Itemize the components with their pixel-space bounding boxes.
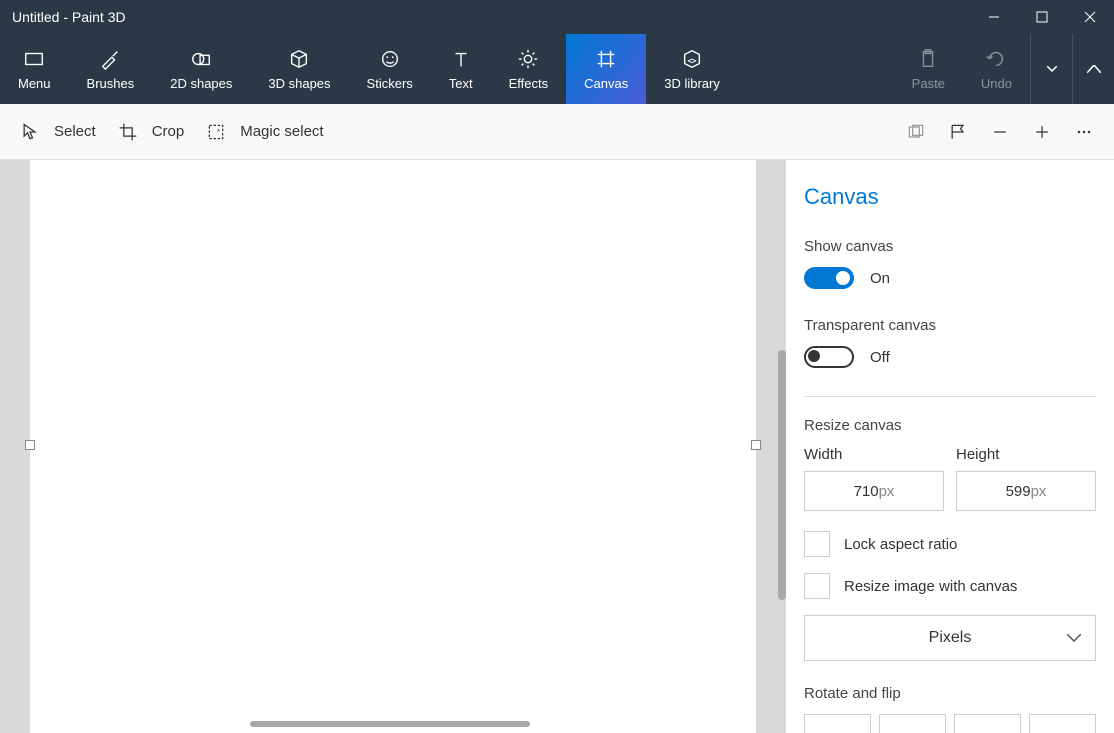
units-value: Pixels: [929, 629, 972, 647]
effects-tab[interactable]: Effects: [491, 34, 567, 104]
3d-shapes-label: 3D shapes: [268, 76, 330, 91]
units-dropdown[interactable]: Pixels: [804, 615, 1096, 661]
flip-vertical-button[interactable]: [1029, 714, 1096, 733]
rotate-flip-label: Rotate and flip: [804, 685, 1096, 702]
horizontal-scrollbar[interactable]: [250, 721, 530, 727]
lock-aspect-checkbox[interactable]: [804, 531, 830, 557]
show-canvas-state: On: [870, 270, 890, 287]
canvas[interactable]: [30, 160, 756, 733]
brushes-label: Brushes: [87, 76, 135, 91]
main-area: Canvas Show canvas On Transparent canvas…: [0, 160, 1114, 733]
select-tool[interactable]: Select: [20, 122, 96, 142]
maximize-button[interactable]: [1018, 0, 1066, 34]
paste-label: Paste: [912, 76, 945, 91]
show-canvas-label: Show canvas: [804, 238, 1096, 255]
menu-button[interactable]: Menu: [0, 34, 69, 104]
sub-toolbar: Select Crop Magic select: [0, 104, 1114, 160]
more-options-button[interactable]: [1074, 122, 1094, 142]
height-input[interactable]: 599px: [956, 471, 1096, 511]
3d-library-label: 3D library: [664, 76, 720, 91]
transparent-canvas-label: Transparent canvas: [804, 317, 1096, 334]
titlebar: Untitled - Paint 3D: [0, 0, 1114, 34]
flag-icon[interactable]: [948, 122, 968, 142]
zoom-in-button[interactable]: [1032, 122, 1052, 142]
canvas-label: Canvas: [584, 76, 628, 91]
show-canvas-toggle[interactable]: [804, 267, 854, 289]
magic-select-tool[interactable]: Magic select: [206, 122, 323, 142]
resize-image-label: Resize image with canvas: [844, 578, 1017, 595]
resize-image-checkbox[interactable]: [804, 573, 830, 599]
3d-view-toggle[interactable]: [906, 122, 926, 142]
minimize-button[interactable]: [970, 0, 1018, 34]
chevron-down-icon: [1067, 634, 1081, 642]
paste-button[interactable]: Paste: [894, 34, 963, 104]
rotate-left-button[interactable]: [804, 714, 871, 733]
window-title: Untitled - Paint 3D: [12, 9, 126, 25]
collapse-panel-button[interactable]: [1072, 34, 1114, 104]
stickers-label: Stickers: [367, 76, 413, 91]
height-label: Height: [956, 446, 1096, 463]
effects-label: Effects: [509, 76, 549, 91]
vertical-scrollbar[interactable]: [778, 350, 786, 600]
resize-handle-left[interactable]: [25, 440, 35, 450]
magic-select-label: Magic select: [240, 123, 323, 140]
canvas-tab[interactable]: Canvas: [566, 34, 646, 104]
text-label: Text: [449, 76, 473, 91]
canvas-viewport[interactable]: [0, 160, 786, 733]
divider: [804, 396, 1096, 397]
close-button[interactable]: [1066, 0, 1114, 34]
window-controls: [970, 0, 1114, 34]
resize-canvas-label: Resize canvas: [804, 417, 1096, 434]
menu-label: Menu: [18, 76, 51, 91]
width-input[interactable]: 710px: [804, 471, 944, 511]
text-tab[interactable]: Text: [431, 34, 491, 104]
rotate-right-button[interactable]: [879, 714, 946, 733]
transparent-canvas-toggle[interactable]: [804, 346, 854, 368]
3d-shapes-tab[interactable]: 3D shapes: [250, 34, 348, 104]
2d-shapes-label: 2D shapes: [170, 76, 232, 91]
top-toolbar: Menu Brushes 2D shapes 3D shapes Sticker…: [0, 34, 1114, 104]
zoom-out-button[interactable]: [990, 122, 1010, 142]
3d-library-tab[interactable]: 3D library: [646, 34, 738, 104]
undo-button[interactable]: Undo: [963, 34, 1030, 104]
select-label: Select: [54, 123, 96, 140]
stickers-tab[interactable]: Stickers: [349, 34, 431, 104]
width-label: Width: [804, 446, 944, 463]
transparent-canvas-state: Off: [870, 349, 890, 366]
undo-label: Undo: [981, 76, 1012, 91]
crop-label: Crop: [152, 123, 185, 140]
brushes-tab[interactable]: Brushes: [69, 34, 153, 104]
history-dropdown[interactable]: [1030, 34, 1072, 104]
2d-shapes-tab[interactable]: 2D shapes: [152, 34, 250, 104]
resize-handle-right[interactable]: [751, 440, 761, 450]
flip-horizontal-button[interactable]: [954, 714, 1021, 733]
crop-tool[interactable]: Crop: [118, 122, 185, 142]
lock-aspect-label: Lock aspect ratio: [844, 536, 957, 553]
panel-title: Canvas: [804, 184, 1096, 210]
side-panel: Canvas Show canvas On Transparent canvas…: [786, 160, 1114, 733]
